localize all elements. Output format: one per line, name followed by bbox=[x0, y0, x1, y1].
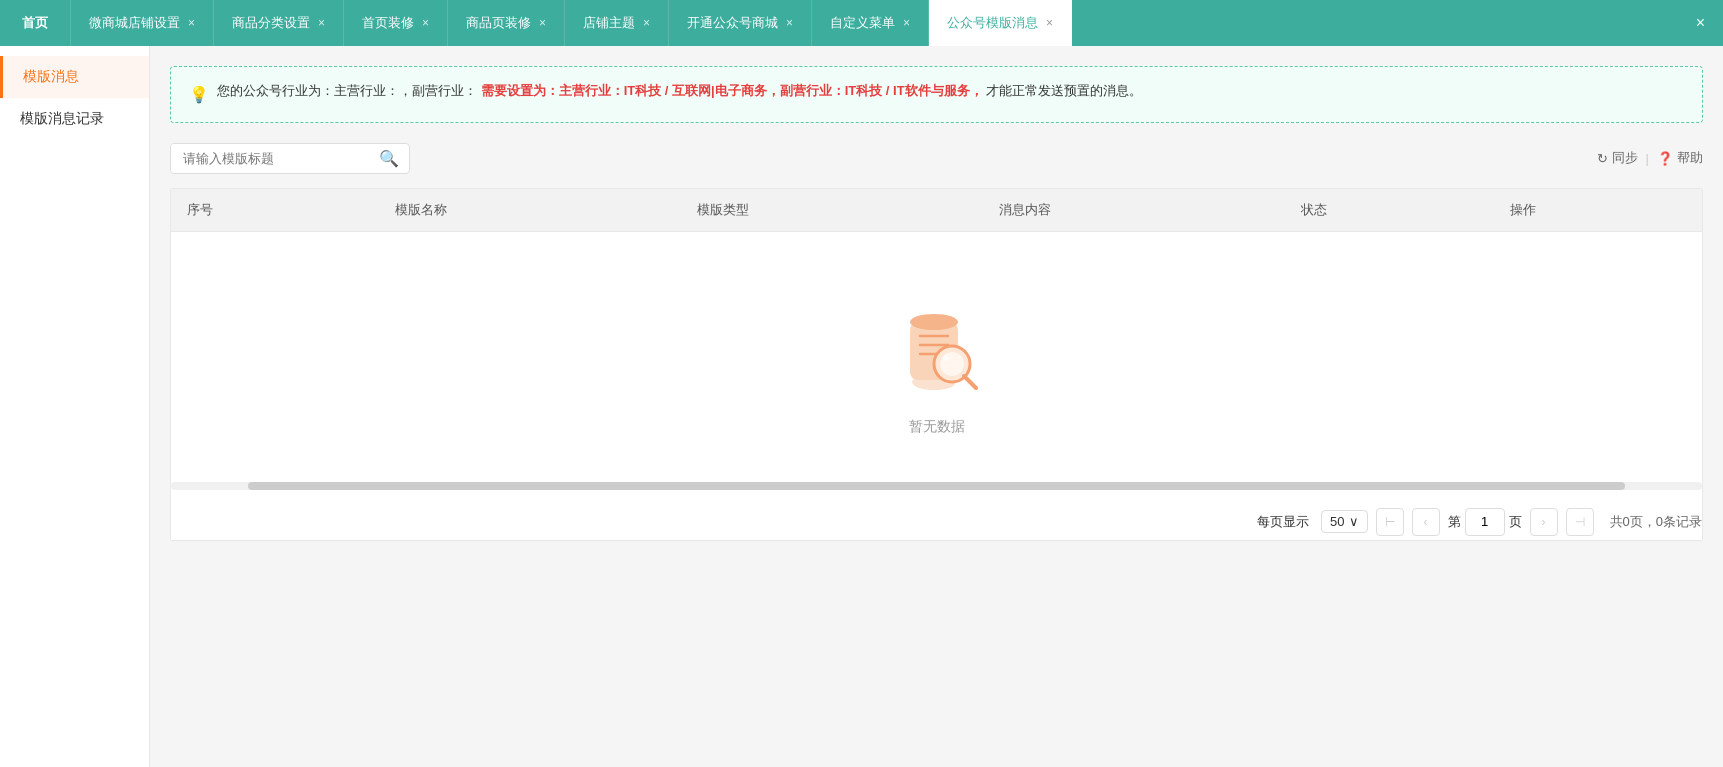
nav-item-home[interactable]: 首页 bbox=[0, 0, 71, 46]
first-page-button[interactable]: ⊢ bbox=[1376, 508, 1404, 536]
help-label: 帮助 bbox=[1677, 149, 1703, 167]
svg-point-7 bbox=[940, 352, 964, 376]
nav-item-close-home-decor[interactable]: × bbox=[422, 16, 429, 30]
page-number-input[interactable] bbox=[1465, 508, 1505, 536]
nav-custom-menu-label: 自定义菜单 bbox=[830, 14, 895, 32]
nav-home-label: 首页 bbox=[22, 14, 48, 32]
sync-button[interactable]: ↻ 同步 bbox=[1597, 149, 1638, 167]
empty-state-text: 暂无数据 bbox=[909, 418, 965, 436]
table-wrapper: 序号 模版名称 模版类型 消息内容 状态 操作 bbox=[170, 188, 1703, 541]
col-header-type: 模版类型 bbox=[681, 189, 983, 232]
sync-label: 同步 bbox=[1612, 149, 1638, 167]
sidebar: 模版消息 模版消息记录 bbox=[0, 46, 150, 767]
page-label-after: 页 bbox=[1509, 513, 1522, 531]
page-label-before: 第 bbox=[1448, 513, 1461, 531]
nav-item-category[interactable]: 商品分类设置 × bbox=[214, 0, 344, 46]
nav-item-home-decor[interactable]: 首页装修 × bbox=[344, 0, 448, 46]
nav-item-custom-menu[interactable]: 自定义菜单 × bbox=[812, 0, 929, 46]
nav-item-open-mall[interactable]: 开通公众号商城 × bbox=[669, 0, 812, 46]
nav-item-theme[interactable]: 店铺主题 × bbox=[565, 0, 669, 46]
empty-state: 暂无数据 bbox=[171, 232, 1702, 476]
nav-category-label: 商品分类设置 bbox=[232, 14, 310, 32]
nav-item-close-open-mall[interactable]: × bbox=[786, 16, 793, 30]
bulb-icon: 💡 bbox=[189, 82, 209, 108]
data-table: 序号 模版名称 模版类型 消息内容 状态 操作 bbox=[171, 189, 1702, 476]
nav-item-close-shop-settings[interactable]: × bbox=[188, 16, 195, 30]
nav-item-close-custom-menu[interactable]: × bbox=[903, 16, 910, 30]
sidebar-item-template-msg-record[interactable]: 模版消息记录 bbox=[0, 98, 149, 140]
top-navigation: 首页 微商城店铺设置 × 商品分类设置 × 首页装修 × 商品页装修 × 店铺主… bbox=[0, 0, 1723, 46]
alert-prefix: 您的公众号行业为：主营行业：，副营行业： bbox=[217, 83, 477, 98]
nav-item-close-template-msg[interactable]: × bbox=[1046, 16, 1053, 30]
empty-state-icon bbox=[882, 292, 992, 402]
nav-item-close-theme[interactable]: × bbox=[643, 16, 650, 30]
table-header: 序号 模版名称 模版类型 消息内容 状态 操作 bbox=[171, 189, 1702, 232]
search-box: 🔍 bbox=[170, 143, 410, 174]
search-button[interactable]: 🔍 bbox=[369, 149, 409, 168]
toolbar-right: ↻ 同步 | ❓ 帮助 bbox=[1597, 149, 1703, 167]
svg-line-8 bbox=[964, 376, 976, 388]
help-circle-icon: ❓ bbox=[1657, 151, 1673, 166]
nav-shop-settings-label: 微商城店铺设置 bbox=[89, 14, 180, 32]
nav-item-product-decor[interactable]: 商品页装修 × bbox=[448, 0, 565, 46]
pagination: 每页显示 50 ∨ ⊢ ‹ 第 页 › ⊣ 共0页，0条记录 bbox=[171, 496, 1702, 540]
close-all-tabs-button[interactable]: × bbox=[1678, 14, 1723, 32]
empty-state-row: 暂无数据 bbox=[171, 231, 1702, 476]
horizontal-scrollbar-track[interactable] bbox=[171, 482, 1702, 490]
toolbar-divider: | bbox=[1646, 151, 1649, 166]
col-header-content: 消息内容 bbox=[983, 189, 1285, 232]
chevron-down-icon: ∨ bbox=[1349, 514, 1359, 529]
alert-text: 您的公众号行业为：主营行业：，副营行业： 需要设置为：主营行业：IT科技 / 互… bbox=[217, 81, 1142, 102]
page-size-select[interactable]: 50 ∨ bbox=[1321, 510, 1367, 533]
alert-emphasis: 需要设置为：主营行业：IT科技 / 互联网|电子商务，副营行业：IT科技 / I… bbox=[481, 83, 983, 98]
nav-home-decor-label: 首页装修 bbox=[362, 14, 414, 32]
col-header-action: 操作 bbox=[1494, 189, 1703, 232]
nav-theme-label: 店铺主题 bbox=[583, 14, 635, 32]
toolbar: 🔍 ↻ 同步 | ❓ 帮助 bbox=[170, 143, 1703, 174]
nav-item-shop-settings[interactable]: 微商城店铺设置 × bbox=[71, 0, 214, 46]
page-size-label: 每页显示 bbox=[1257, 513, 1309, 531]
nav-item-close-category[interactable]: × bbox=[318, 16, 325, 30]
alert-banner: 💡 您的公众号行业为：主营行业：，副营行业： 需要设置为：主营行业：IT科技 /… bbox=[170, 66, 1703, 123]
refresh-icon: ↻ bbox=[1597, 151, 1608, 166]
next-page-button[interactable]: › bbox=[1530, 508, 1558, 536]
page-size-value: 50 bbox=[1330, 514, 1344, 529]
nav-template-msg-label: 公众号模版消息 bbox=[947, 14, 1038, 32]
nav-product-decor-label: 商品页装修 bbox=[466, 14, 531, 32]
page-input-wrap: 第 页 bbox=[1448, 508, 1522, 536]
help-button[interactable]: ❓ 帮助 bbox=[1657, 149, 1703, 167]
sidebar-template-msg-label: 模版消息 bbox=[23, 68, 79, 84]
col-header-name: 模版名称 bbox=[379, 189, 681, 232]
nav-item-template-msg[interactable]: 公众号模版消息 × bbox=[929, 0, 1072, 46]
col-header-index: 序号 bbox=[171, 189, 379, 232]
svg-point-9 bbox=[943, 355, 949, 361]
table-header-row: 序号 模版名称 模版类型 消息内容 状态 操作 bbox=[171, 189, 1702, 232]
table-body: 暂无数据 bbox=[171, 231, 1702, 476]
content-area: 💡 您的公众号行业为：主营行业：，副营行业： 需要设置为：主营行业：IT科技 /… bbox=[150, 46, 1723, 767]
prev-page-button[interactable]: ‹ bbox=[1412, 508, 1440, 536]
nav-item-close-product-decor[interactable]: × bbox=[539, 16, 546, 30]
svg-point-2 bbox=[910, 314, 958, 330]
nav-open-mall-label: 开通公众号商城 bbox=[687, 14, 778, 32]
last-page-button[interactable]: ⊣ bbox=[1566, 508, 1594, 536]
search-input[interactable] bbox=[171, 144, 369, 173]
sidebar-template-msg-record-label: 模版消息记录 bbox=[20, 110, 104, 126]
main-layout: 模版消息 模版消息记录 💡 您的公众号行业为：主营行业：，副营行业： 需要设置为… bbox=[0, 46, 1723, 767]
alert-suffix: 才能正常发送预置的消息。 bbox=[986, 83, 1142, 98]
col-header-status: 状态 bbox=[1285, 189, 1493, 232]
horizontal-scrollbar-thumb[interactable] bbox=[248, 482, 1626, 490]
total-info: 共0页，0条记录 bbox=[1610, 513, 1702, 531]
sidebar-item-template-msg[interactable]: 模版消息 bbox=[0, 56, 149, 98]
